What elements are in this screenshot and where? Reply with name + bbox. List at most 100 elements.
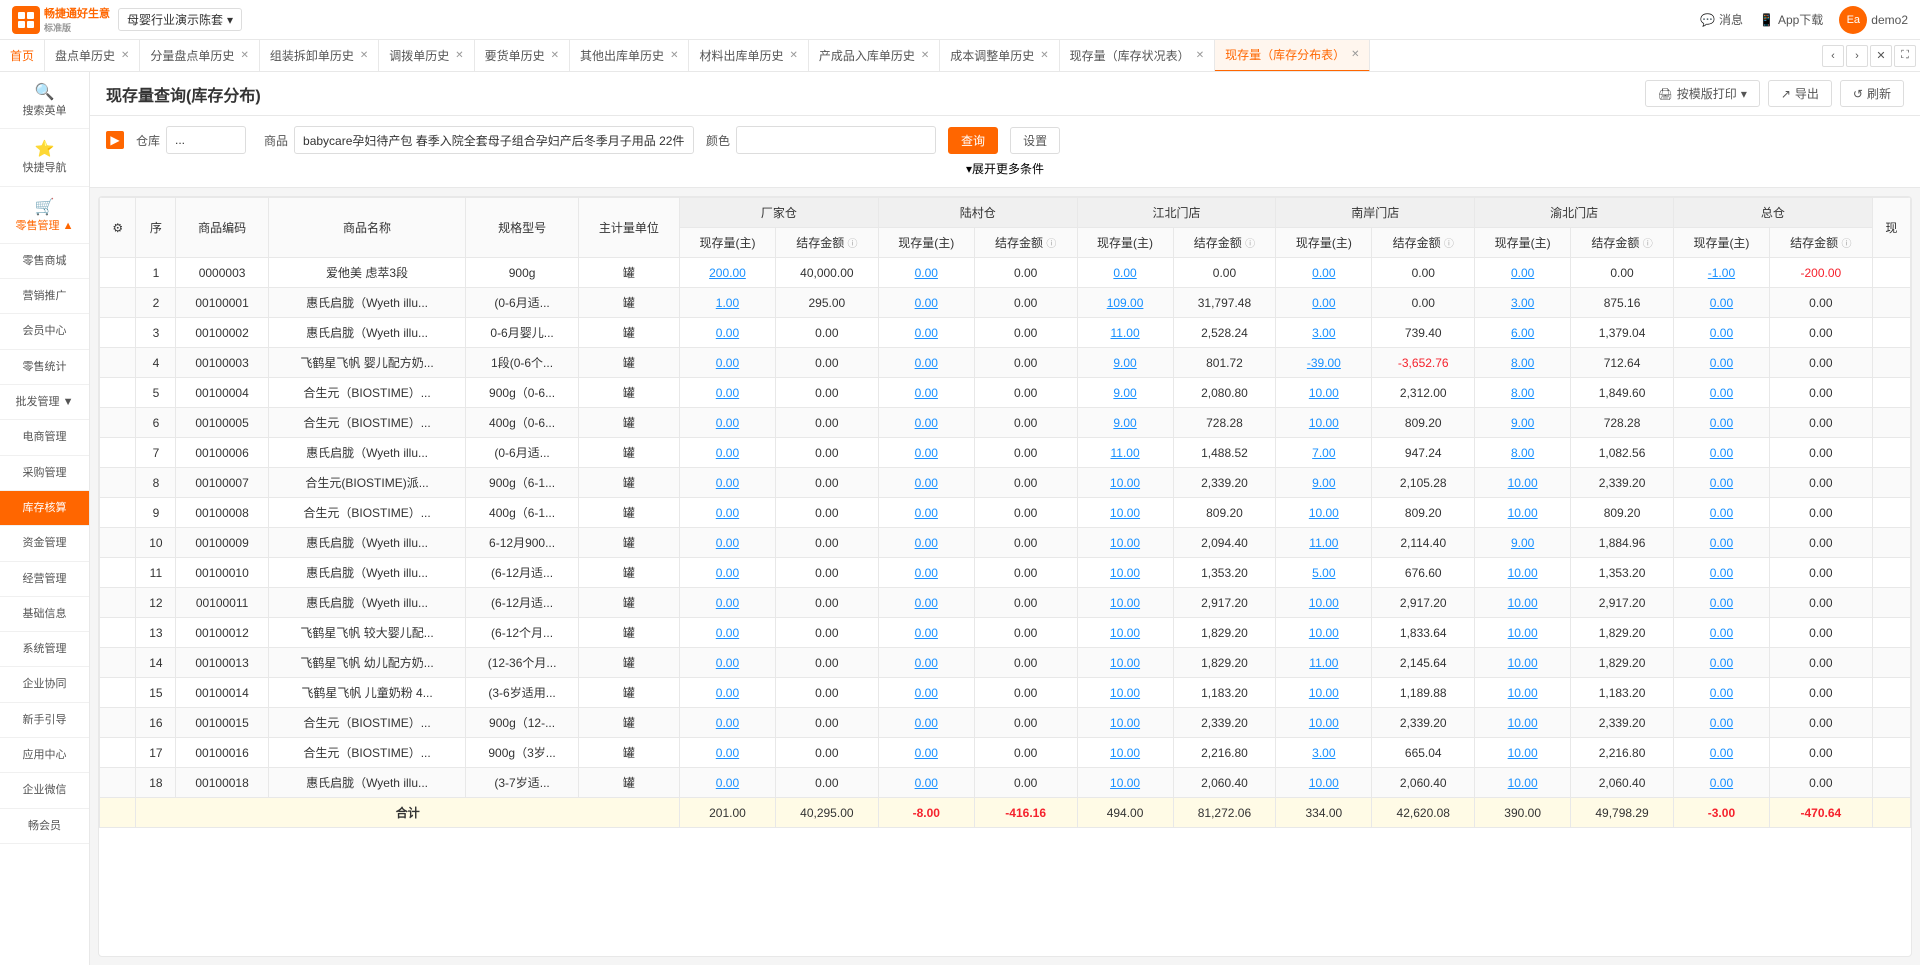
table-cell[interactable]: 10.00 <box>1475 708 1571 738</box>
table-cell[interactable]: 0.00 <box>680 498 776 528</box>
table-cell[interactable]: 0.00 <box>878 648 974 678</box>
table-cell[interactable]: 0.00 <box>680 648 776 678</box>
cell-link[interactable]: 0.00 <box>716 596 739 610</box>
cell-link[interactable]: 10.00 <box>1508 716 1538 730</box>
table-cell[interactable]: 00100002 <box>176 318 268 348</box>
close-icon[interactable]: ✕ <box>1196 50 1204 61</box>
table-cell[interactable]: 10.00 <box>1276 408 1372 438</box>
cell-link[interactable]: 9.00 <box>1113 386 1136 400</box>
table-cell[interactable]: 10.00 <box>1077 558 1173 588</box>
table-cell[interactable]: 10.00 <box>1276 708 1372 738</box>
table-cell[interactable]: 00100016 <box>176 738 268 768</box>
table-cell[interactable]: 00100001 <box>176 288 268 318</box>
close-icon[interactable]: ✕ <box>921 50 929 61</box>
cell-link[interactable]: 0.00 <box>915 356 938 370</box>
cell-link[interactable]: 8.00 <box>1511 386 1534 400</box>
sidebar-item-wholesale[interactable]: 批发管理 ▼ <box>0 385 89 420</box>
cell-link[interactable]: 0.00 <box>1710 746 1733 760</box>
table-cell[interactable]: 0.00 <box>878 288 974 318</box>
cell-link[interactable]: 0.00 <box>1710 686 1733 700</box>
cell-link[interactable]: 11.00 <box>1110 326 1139 340</box>
settings-btn[interactable]: 设置 <box>1010 127 1060 154</box>
user-area[interactable]: Ea demo2 <box>1839 6 1908 34</box>
table-cell[interactable]: 0.00 <box>878 678 974 708</box>
table-cell[interactable]: -1.00 <box>1674 258 1770 288</box>
nav-close-all[interactable]: ✕ <box>1870 45 1892 67</box>
table-cell[interactable]: 10.00 <box>1475 468 1571 498</box>
close-icon[interactable]: ✕ <box>1040 50 1048 61</box>
cell-link[interactable]: 0.00 <box>716 506 739 520</box>
cell-link[interactable]: 0.00 <box>915 506 938 520</box>
cell-link[interactable]: 0.00 <box>1710 626 1733 640</box>
close-icon[interactable]: ✕ <box>455 50 463 61</box>
cell-link[interactable]: 0.00 <box>716 386 739 400</box>
table-cell[interactable]: 0.00 <box>680 708 776 738</box>
cell-link[interactable]: 0.00 <box>1710 416 1733 430</box>
tab-product-history[interactable]: 产成品入库单历史 ✕ <box>809 40 940 72</box>
table-cell[interactable]: 0.00 <box>680 558 776 588</box>
table-cell[interactable]: 0.00 <box>878 738 974 768</box>
table-cell[interactable]: 0.00 <box>878 318 974 348</box>
table-cell[interactable]: 00100007 <box>176 468 268 498</box>
cell-link[interactable]: 10.00 <box>1110 566 1140 580</box>
cell-link[interactable]: 10.00 <box>1309 596 1339 610</box>
cell-link[interactable]: 11.00 <box>1110 446 1139 460</box>
table-cell[interactable]: 0.00 <box>680 528 776 558</box>
sidebar-item-member2[interactable]: 畅会员 <box>0 809 89 844</box>
table-cell[interactable]: 0.00 <box>1674 348 1770 378</box>
sidebar-item-newguide[interactable]: 新手引导 <box>0 703 89 738</box>
tab-cost-history[interactable]: 成本调整单历史 ✕ <box>940 40 1059 72</box>
cell-link[interactable]: 0.00 <box>716 746 739 760</box>
table-cell[interactable]: 00100014 <box>176 678 268 708</box>
table-cell[interactable]: 00100004 <box>176 378 268 408</box>
nav-maximize[interactable]: ⛶ <box>1894 45 1916 67</box>
cell-link[interactable]: 109.00 <box>1107 296 1144 310</box>
cell-link[interactable]: 3.00 <box>1312 746 1335 760</box>
table-cell[interactable]: 0.00 <box>1674 318 1770 348</box>
expand-toggle[interactable]: ▾ 展开更多条件 <box>106 160 1904 177</box>
table-cell[interactable]: 10.00 <box>1077 708 1173 738</box>
tab-stock-sub-history[interactable]: 分量盘点单历史 ✕ <box>140 40 259 72</box>
cell-link[interactable]: 0.00 <box>915 446 938 460</box>
table-cell[interactable]: 0.00 <box>1674 708 1770 738</box>
table-cell[interactable]: 10.00 <box>1276 588 1372 618</box>
tab-order-history[interactable]: 要货单历史 ✕ <box>475 40 570 72</box>
table-cell[interactable]: 0.00 <box>1674 768 1770 798</box>
table-cell[interactable]: 0.00 <box>680 738 776 768</box>
close-icon[interactable]: ✕ <box>1351 49 1359 60</box>
cell-link[interactable]: 0.00 <box>915 416 938 430</box>
cell-link[interactable]: 0.00 <box>915 716 938 730</box>
sidebar-item-inventory[interactable]: 库存核算 <box>0 491 89 526</box>
table-cell[interactable]: 9.00 <box>1475 408 1571 438</box>
cell-link[interactable]: 10.00 <box>1110 536 1140 550</box>
table-cell[interactable]: 0.00 <box>1674 438 1770 468</box>
cell-link[interactable]: 10.00 <box>1508 626 1538 640</box>
table-cell[interactable]: 0.00 <box>680 618 776 648</box>
table-cell[interactable]: 00100005 <box>176 408 268 438</box>
cell-link[interactable]: 10.00 <box>1110 746 1140 760</box>
table-cell[interactable]: 00100009 <box>176 528 268 558</box>
table-cell[interactable]: 10.00 <box>1077 768 1173 798</box>
sidebar-item-retail-stats[interactable]: 零售统计 <box>0 350 89 385</box>
export-btn[interactable]: ↗ 导出 <box>1768 80 1832 107</box>
tab-material-history[interactable]: 材料出库单历史 ✕ <box>689 40 808 72</box>
table-cell[interactable]: 0.00 <box>878 408 974 438</box>
table-cell[interactable]: 3.00 <box>1475 288 1571 318</box>
cell-link[interactable]: 10.00 <box>1110 626 1140 640</box>
cell-link[interactable]: 0.00 <box>1710 296 1733 310</box>
cell-link[interactable]: 0.00 <box>915 566 938 580</box>
table-cell[interactable]: 0.00 <box>1674 618 1770 648</box>
table-cell[interactable]: 8.00 <box>1475 438 1571 468</box>
table-cell[interactable]: 10.00 <box>1475 498 1571 528</box>
cell-link[interactable]: 10.00 <box>1508 506 1538 520</box>
table-cell[interactable]: 9.00 <box>1475 528 1571 558</box>
cell-link[interactable]: 0.00 <box>915 686 938 700</box>
table-cell[interactable]: 10.00 <box>1077 618 1173 648</box>
table-cell[interactable]: 00100008 <box>176 498 268 528</box>
cell-link[interactable]: 6.00 <box>1511 326 1534 340</box>
cell-link[interactable]: 0.00 <box>1710 656 1733 670</box>
table-cell[interactable]: 0.00 <box>680 588 776 618</box>
table-cell[interactable]: 0.00 <box>1674 288 1770 318</box>
cell-link[interactable]: 0.00 <box>716 356 739 370</box>
table-cell[interactable]: 0.00 <box>1475 258 1571 288</box>
